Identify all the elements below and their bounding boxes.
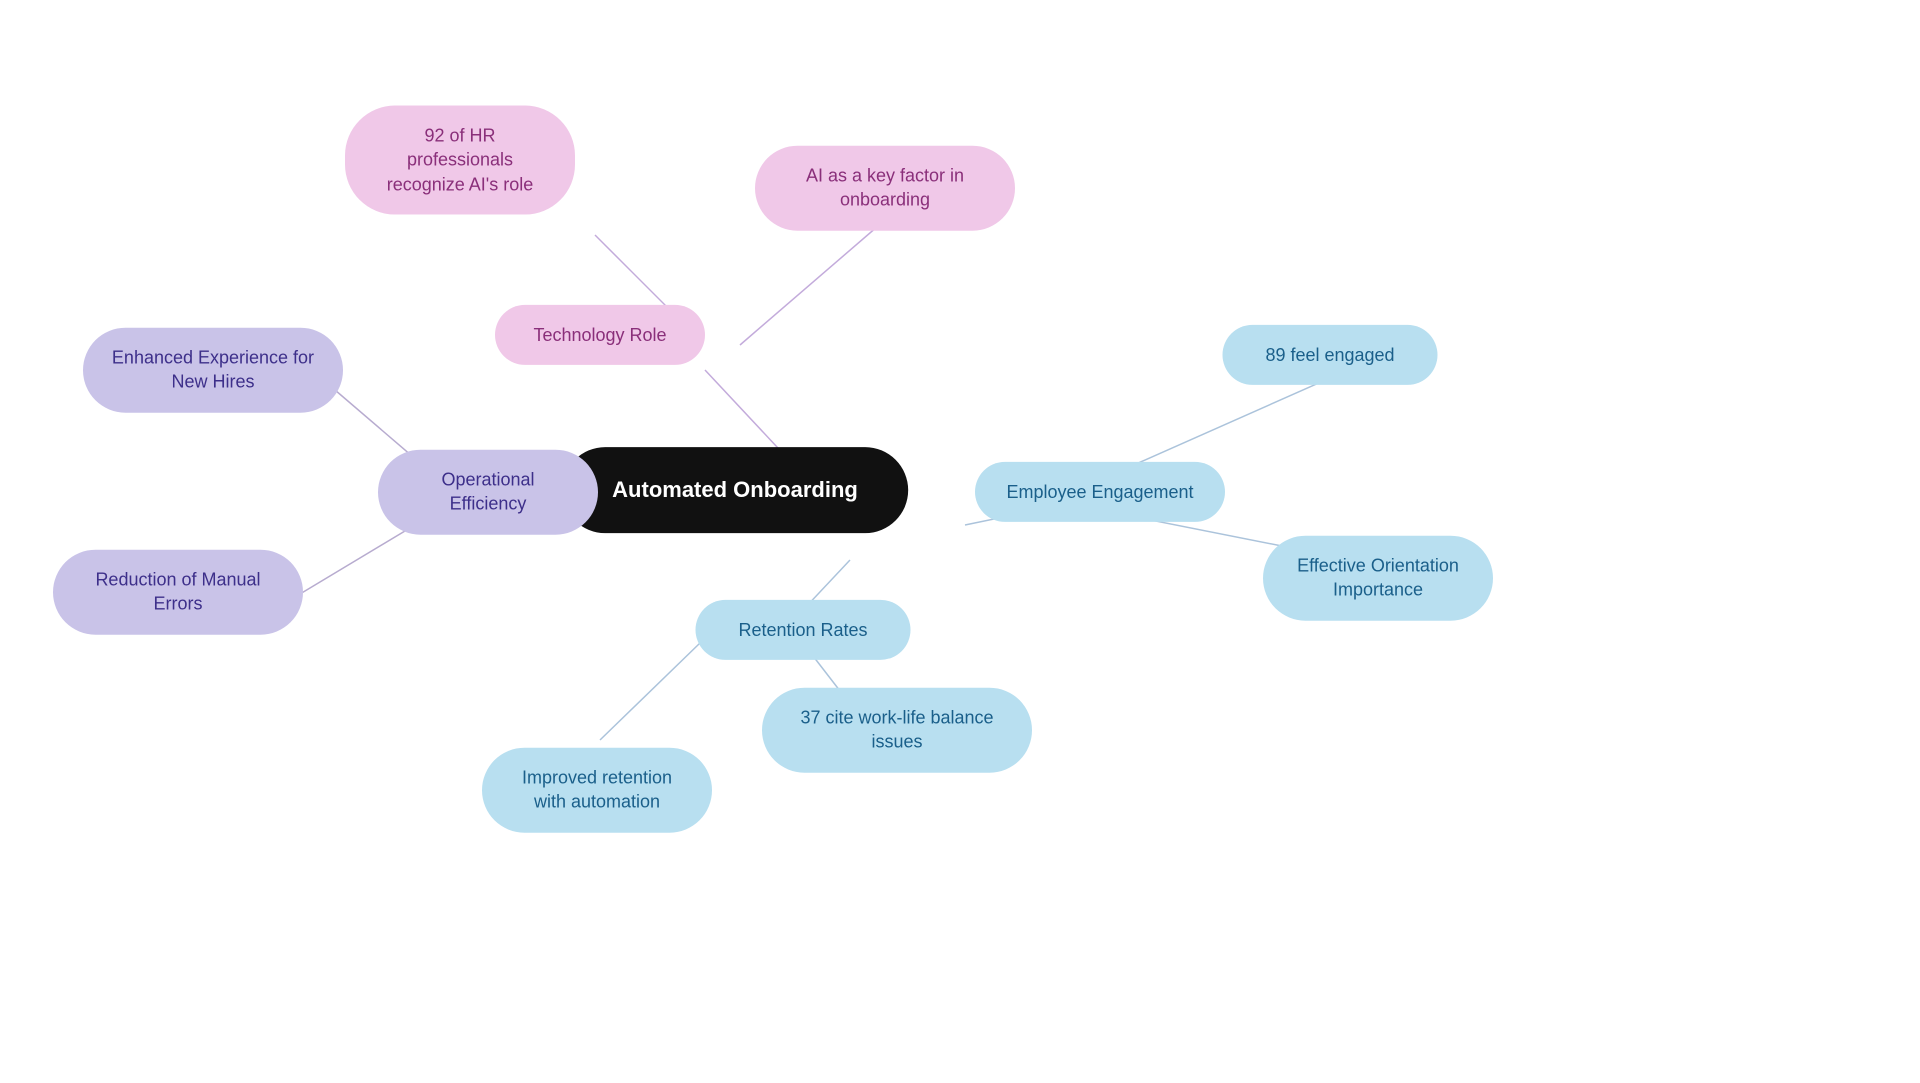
retention-rates-node: Retention Rates <box>696 600 911 660</box>
work-life-balance-node: 37 cite work-life balance issues <box>762 688 1032 773</box>
center-node: Automated Onboarding <box>562 447 908 533</box>
employee-engagement-node: Employee Engagement <box>975 462 1225 522</box>
operational-efficiency-node: Operational Efficiency <box>378 450 598 535</box>
ai-key-factor-node: AI as a key factor in onboarding <box>755 146 1015 231</box>
feel-engaged-node: 89 feel engaged <box>1223 325 1438 385</box>
reduction-errors-node: Reduction of Manual Errors <box>53 550 303 635</box>
technology-role-node: Technology Role <box>495 305 705 365</box>
improved-retention-node: Improved retention with automation <box>482 748 712 833</box>
hr-professionals-node: 92 of HR professionals recognize AI's ro… <box>345 106 575 215</box>
enhanced-experience-node: Enhanced Experience for New Hires <box>83 328 343 413</box>
effective-orientation-node: Effective Orientation Importance <box>1263 536 1493 621</box>
